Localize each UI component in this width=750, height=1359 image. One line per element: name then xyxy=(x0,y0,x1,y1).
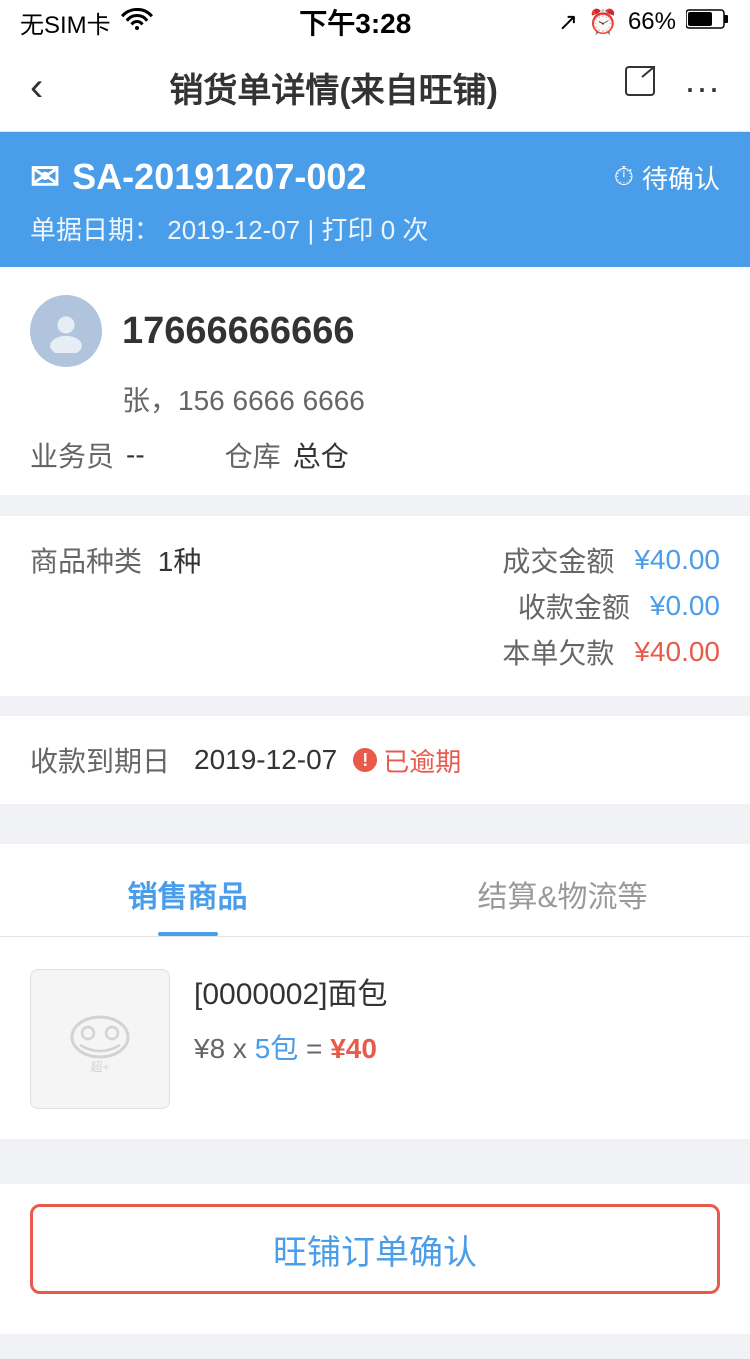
carrier-label: 无SIM卡 xyxy=(20,5,111,40)
print-count: 0 xyxy=(381,215,395,245)
battery-label: 66% xyxy=(628,8,676,36)
sales-value: -- xyxy=(126,439,145,471)
order-icon: ✉ xyxy=(30,156,60,198)
nav-actions: ··· xyxy=(624,65,720,110)
status-bar-time: 下午3:28 xyxy=(299,2,411,42)
overdue-text: 已逾期 xyxy=(383,742,461,779)
stats-row-1: 成交金额 ¥40.00 xyxy=(502,540,720,580)
quantity-text: 5包 xyxy=(255,1033,299,1064)
svg-text:超+: 超+ xyxy=(90,1059,109,1074)
stats-row-3: 本单欠款 ¥40.00 xyxy=(502,632,720,672)
product-info: [0000002]面包 ¥8 x 5包 = ¥40 xyxy=(194,969,720,1067)
stats-amount-3: ¥40.00 xyxy=(634,636,720,668)
nav-bar: ‹ 销货单详情(来自旺铺) ··· xyxy=(0,44,750,132)
due-label: 收款到期日 xyxy=(30,740,170,780)
status-bar-left: 无SIM卡 xyxy=(20,5,153,40)
bottom-bar: 旺铺订单确认 xyxy=(0,1184,750,1334)
product-price: ¥8 x 5包 = ¥40 xyxy=(194,1027,720,1067)
confirm-button[interactable]: 旺铺订单确认 xyxy=(30,1204,720,1294)
order-id: ✉ SA-20191207-002 xyxy=(30,156,366,198)
order-date-row: 单据日期： 2019-12-07 | 打印 0 次 xyxy=(30,210,720,247)
equals-text: = xyxy=(298,1033,330,1064)
tab-settlement-label: 结算&物流等 xyxy=(477,881,647,914)
overdue-badge: ! 已逾期 xyxy=(353,742,461,779)
total-text: ¥40 xyxy=(330,1033,377,1064)
stats-row-2: 收款金额 ¥0.00 xyxy=(518,586,720,626)
tab-settlement[interactable]: 结算&物流等 xyxy=(375,844,750,936)
stats-label-1: 成交金额 xyxy=(502,540,614,580)
print-label: | 打印 xyxy=(307,215,380,245)
status-bar: 无SIM卡 下午3:28 ↗ ⏰ 66% xyxy=(0,0,750,44)
share-icon[interactable] xyxy=(624,65,660,110)
stats-label-3: 本单欠款 xyxy=(502,632,614,672)
status-clock-icon: ⏱ xyxy=(614,161,634,193)
due-section: 收款到期日 2019-12-07 ! 已逾期 xyxy=(0,716,750,804)
back-button[interactable]: ‹ xyxy=(30,65,43,110)
page-title: 销货单详情(来自旺铺) xyxy=(169,63,498,112)
customer-name: 张，156 6666 6666 xyxy=(30,379,720,419)
due-date: 2019-12-07 xyxy=(194,744,337,776)
warehouse-value: 总仓 xyxy=(293,435,349,475)
product-item: 超+ [0000002]面包 ¥8 x 5包 = ¥40 xyxy=(0,939,750,1139)
customer-phone: 17666666666 xyxy=(122,310,354,353)
stats-amount-2: ¥0.00 xyxy=(650,590,720,622)
stats-amount-1: ¥40.00 xyxy=(634,544,720,576)
customer-meta: 业务员 -- 仓库 总仓 xyxy=(30,435,720,475)
section-divider xyxy=(0,824,750,844)
date-value: 2019-12-07 xyxy=(167,215,300,245)
customer-section: 17666666666 张，156 6666 6666 业务员 -- 仓库 总仓 xyxy=(0,267,750,495)
location-icon: ↗ xyxy=(558,8,578,37)
tab-bar: 销售商品 结算&物流等 xyxy=(0,844,750,937)
stats-left: 商品种类 1种 xyxy=(30,540,201,580)
tab-products-label: 销售商品 xyxy=(128,881,248,914)
battery-icon xyxy=(686,8,730,37)
order-header: ✉ SA-20191207-002 ⏱ 待确认 单据日期： 2019-12-07… xyxy=(0,132,750,267)
tab-section: 销售商品 结算&物流等 超+ [0000002]面包 ¥8 x 5包 = ¥40 xyxy=(0,844,750,1139)
alarm-icon: ⏰ xyxy=(588,8,618,37)
product-image: 超+ xyxy=(30,969,170,1109)
stats-label-2: 收款金额 xyxy=(518,586,630,626)
stats-section: 商品种类 1种 成交金额 ¥40.00 收款金额 ¥0.00 本单欠款 ¥40.… xyxy=(0,515,750,696)
wifi-icon xyxy=(121,8,153,37)
overdue-icon: ! xyxy=(353,748,377,772)
sales-label: 业务员 xyxy=(30,435,114,475)
more-icon[interactable]: ··· xyxy=(684,67,720,109)
status-bar-right: ↗ ⏰ 66% xyxy=(558,8,730,37)
stats-right: 成交金额 ¥40.00 收款金额 ¥0.00 本单欠款 ¥40.00 xyxy=(502,540,720,672)
date-label: 单据日期： xyxy=(30,215,160,245)
product-name: [0000002]面包 xyxy=(194,969,720,1013)
status-text: 待确认 xyxy=(642,159,720,196)
order-id-text: SA-20191207-002 xyxy=(72,156,366,198)
type-value: 1种 xyxy=(158,546,202,577)
price-text: ¥8 x xyxy=(194,1033,255,1064)
customer-avatar xyxy=(30,295,102,367)
type-label: 商品种类 xyxy=(30,546,142,577)
order-status: ⏱ 待确认 xyxy=(614,159,720,196)
tab-products[interactable]: 销售商品 xyxy=(0,844,375,936)
warehouse-label: 仓库 xyxy=(225,435,281,475)
print-unit: 次 xyxy=(402,215,428,245)
